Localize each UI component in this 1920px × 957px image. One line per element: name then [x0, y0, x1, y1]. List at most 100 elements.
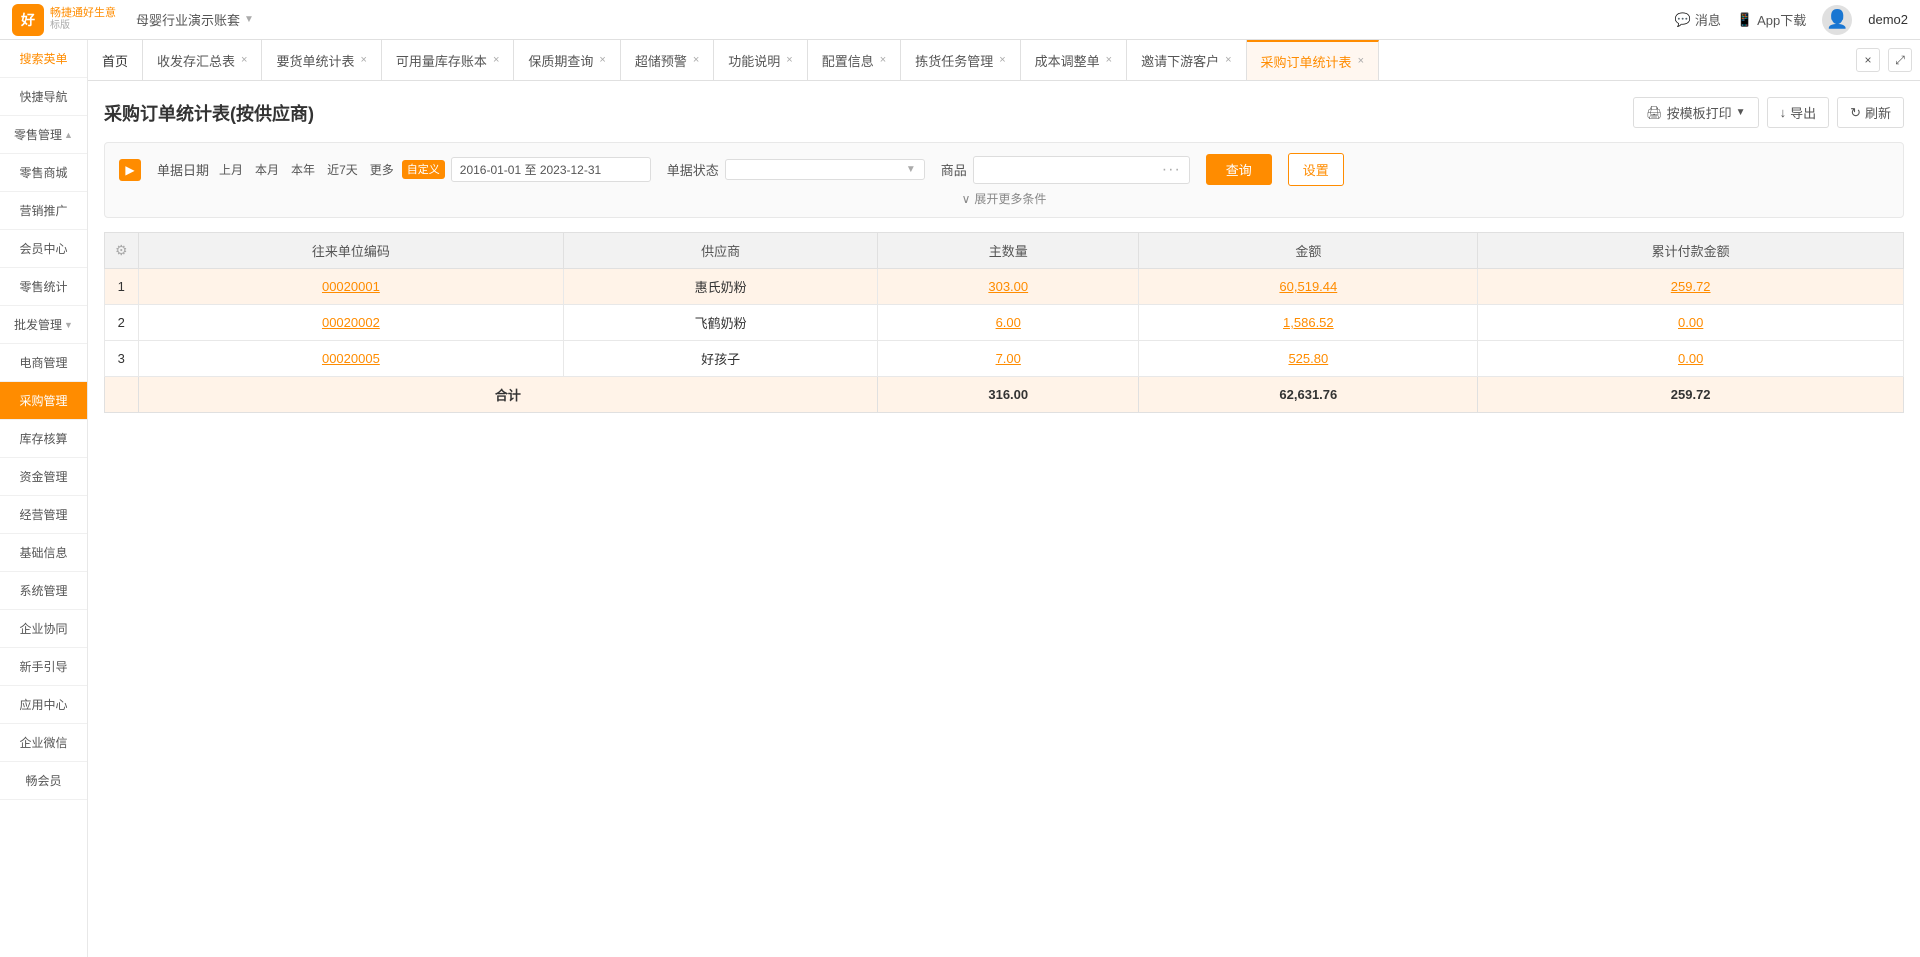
settings-button[interactable]: 设置: [1288, 153, 1344, 186]
app-wrapper: 好 畅捷通好生意 标版 母婴行业演示账套 ▼ 💬 消息 📱 App下载 👤 de…: [0, 0, 1920, 957]
sidebar-item-operation[interactable]: 经营管理: [0, 496, 87, 534]
tab-receive-summary[interactable]: 收发存汇总表 ×: [143, 40, 262, 80]
sidebar-item-enterprise[interactable]: 企业协同: [0, 610, 87, 648]
col-settings[interactable]: ⚙: [105, 233, 139, 269]
col-amount-header: 金额: [1139, 233, 1478, 269]
sidebar-item-system[interactable]: 系统管理: [0, 572, 87, 610]
tab-close-icon[interactable]: ×: [599, 54, 605, 66]
tab-close-all-button[interactable]: ×: [1856, 48, 1880, 72]
row-amount[interactable]: 1,586.52: [1139, 305, 1478, 341]
footer-amount: 62,631.76: [1139, 377, 1478, 413]
row-paid[interactable]: 259.72: [1478, 269, 1904, 305]
user-name[interactable]: demo2: [1868, 12, 1908, 27]
tab-expand-button[interactable]: ⤢: [1888, 48, 1912, 72]
row-num: 2: [105, 305, 139, 341]
table-body: 1 00020001 惠氏奶粉 303.00 60,519.44 259.72 …: [105, 269, 1904, 377]
tab-config-info[interactable]: 配置信息 ×: [808, 40, 901, 80]
export-icon: ↓: [1780, 105, 1787, 120]
row-num: 3: [105, 341, 139, 377]
sidebar-item-appcenter[interactable]: 应用中心: [0, 686, 87, 724]
tab-invite-downstream[interactable]: 邀请下游客户 ×: [1127, 40, 1246, 80]
sidebar-item-retail[interactable]: 零售管理 ▲: [0, 116, 87, 154]
tab-home[interactable]: 首页: [88, 40, 143, 80]
tab-close-icon[interactable]: ×: [1106, 54, 1112, 66]
more-options-icon[interactable]: ···: [1162, 161, 1181, 179]
tab-purchase-stats[interactable]: 采购订单统计表 ×: [1247, 40, 1379, 80]
refresh-button[interactable]: ↻ 刷新: [1837, 97, 1904, 128]
custom-date-tag[interactable]: 自定义: [402, 160, 445, 179]
row-code[interactable]: 00020001: [138, 269, 564, 305]
tab-close-icon[interactable]: ×: [493, 54, 499, 66]
sidebar-item-vip[interactable]: 畅会员: [0, 762, 87, 800]
table-row: 1 00020001 惠氏奶粉 303.00 60,519.44 259.72: [105, 269, 1904, 305]
tab-close-icon[interactable]: ×: [999, 54, 1005, 66]
export-button[interactable]: ↓ 导出: [1767, 97, 1830, 128]
avatar: 👤: [1822, 5, 1852, 35]
row-qty[interactable]: 7.00: [878, 341, 1139, 377]
filter-toggle-button[interactable]: ▶: [119, 159, 141, 181]
message-button[interactable]: 💬 消息: [1675, 10, 1721, 29]
tab-close-icon[interactable]: ×: [786, 54, 792, 66]
tab-consign-task[interactable]: 拣货任务管理 ×: [901, 40, 1020, 80]
tab-close-icon[interactable]: ×: [693, 54, 699, 66]
tab-cost-adjust[interactable]: 成本调整单 ×: [1021, 40, 1127, 80]
row-paid[interactable]: 0.00: [1478, 341, 1904, 377]
tab-bar-right: × ⤢: [1848, 48, 1920, 72]
status-select[interactable]: ▼: [725, 159, 925, 180]
sidebar-item-newguide[interactable]: 新手引导: [0, 648, 87, 686]
company-selector[interactable]: 母婴行业演示账套 ▼: [136, 10, 254, 29]
row-code[interactable]: 00020002: [138, 305, 564, 341]
sidebar-item-purchase[interactable]: 采购管理: [0, 382, 87, 420]
tab-bar: 首页 收发存汇总表 × 要货单统计表 × 可用量库存账本 × 保质期查询 ×: [88, 40, 1920, 81]
table-row: 2 00020002 飞鹤奶粉 6.00 1,586.52 0.00: [105, 305, 1904, 341]
tab-close-icon[interactable]: ×: [1358, 55, 1364, 67]
date-link-7days[interactable]: 近7天: [323, 160, 362, 179]
query-button[interactable]: 查询: [1206, 154, 1272, 185]
page-header: 采购订单统计表(按供应商) 🖨 按模板打印 ▼ ↓ 导出 ↻: [104, 97, 1904, 128]
date-link-more[interactable]: 更多: [366, 160, 398, 179]
logo-icon: 好: [12, 4, 44, 36]
sidebar-item-wechat[interactable]: 企业微信: [0, 724, 87, 762]
tab-close-icon[interactable]: ×: [360, 54, 366, 66]
main-area: 搜索英单 快捷导航 零售管理 ▲ 零售商城 营销推广 会员中心 零售统计 批发管…: [0, 40, 1920, 957]
tab-function-desc[interactable]: 功能说明 ×: [714, 40, 807, 80]
col-paid-header: 累计付款金额: [1478, 233, 1904, 269]
sidebar-item-search[interactable]: 搜索英单: [0, 40, 87, 78]
date-link-last-month[interactable]: 上月: [215, 160, 247, 179]
goods-filter-input[interactable]: [982, 162, 1158, 177]
sidebar-item-marketing[interactable]: 营销推广: [0, 192, 87, 230]
expand-more-button[interactable]: ∨ 展开更多条件: [119, 186, 1889, 207]
tab-close-icon[interactable]: ×: [241, 54, 247, 66]
row-amount[interactable]: 525.80: [1139, 341, 1478, 377]
sidebar-item-finance[interactable]: 资金管理: [0, 458, 87, 496]
tab-available-stock[interactable]: 可用量库存账本 ×: [382, 40, 514, 80]
row-qty[interactable]: 303.00: [878, 269, 1139, 305]
tab-overstock-alert[interactable]: 超储预警 ×: [621, 40, 714, 80]
chevron-down-icon: ▲: [64, 130, 73, 140]
settings-icon[interactable]: ⚙: [115, 242, 128, 258]
row-qty[interactable]: 6.00: [878, 305, 1139, 341]
row-amount[interactable]: 60,519.44: [1139, 269, 1478, 305]
sidebar-item-retail-store[interactable]: 零售商城: [0, 154, 87, 192]
date-link-this-year[interactable]: 本年: [287, 160, 319, 179]
date-link-this-month[interactable]: 本月: [251, 160, 283, 179]
app-download-button[interactable]: 📱 App下载: [1737, 10, 1806, 29]
row-code[interactable]: 00020005: [138, 341, 564, 377]
sidebar-item-retail-stats[interactable]: 零售统计: [0, 268, 87, 306]
tab-close-icon[interactable]: ×: [1225, 54, 1231, 66]
print-button[interactable]: 🖨 按模板打印 ▼: [1633, 97, 1758, 128]
sidebar-item-wholesale[interactable]: 批发管理 ▼: [0, 306, 87, 344]
tab-close-icon[interactable]: ×: [880, 54, 886, 66]
col-qty-header: 主数量: [878, 233, 1139, 269]
sidebar-item-member[interactable]: 会员中心: [0, 230, 87, 268]
footer-label: 合计: [138, 377, 878, 413]
sidebar-item-inventory[interactable]: 库存核算: [0, 420, 87, 458]
row-paid[interactable]: 0.00: [1478, 305, 1904, 341]
sidebar-item-basic[interactable]: 基础信息: [0, 534, 87, 572]
logo-text: 畅捷通好生意 标版: [50, 7, 116, 32]
filter-bar: ▶ 单据日期 上月 本月 本年 近7天 更多 自定义: [104, 142, 1904, 218]
sidebar-item-ecommerce[interactable]: 电商管理: [0, 344, 87, 382]
sidebar-item-shortcut[interactable]: 快捷导航: [0, 78, 87, 116]
tab-order-stats[interactable]: 要货单统计表 ×: [262, 40, 381, 80]
tab-shelf-life[interactable]: 保质期查询 ×: [514, 40, 620, 80]
